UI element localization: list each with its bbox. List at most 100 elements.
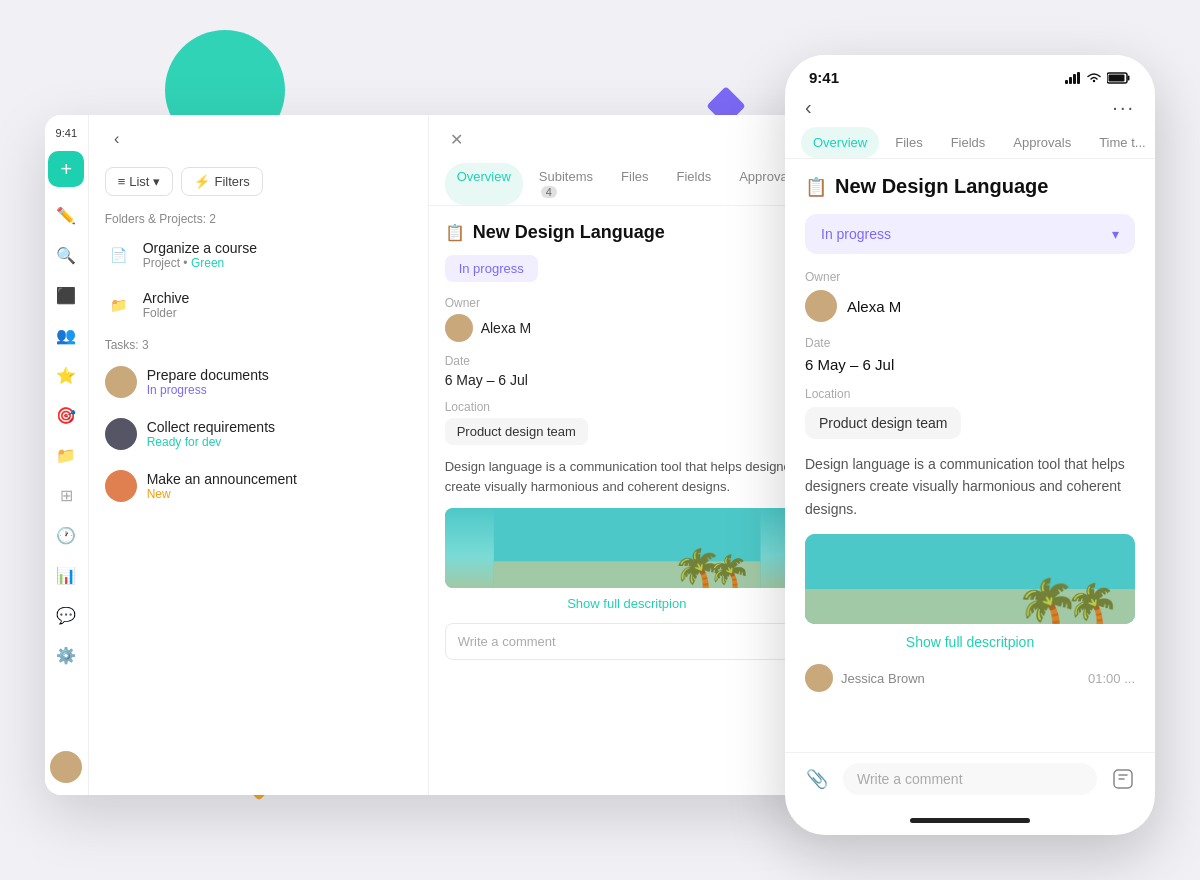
mobile-comment-preview: Jessica Brown 01:00 ... <box>805 664 1135 692</box>
sidebar-icon-inbox[interactable]: ⬛ <box>50 279 82 311</box>
mobile-comment-input[interactable]: Write a comment <box>843 763 1097 795</box>
sidebar-icon-users[interactable]: 👥 <box>50 319 82 351</box>
organize-name: Organize a course <box>143 240 412 256</box>
mobile-owner-label: Owner <box>805 270 1135 284</box>
tab-subitems[interactable]: Subitems 4 <box>527 163 605 205</box>
task-status-0: In progress <box>147 383 412 397</box>
mobile-commenter-name: Jessica Brown <box>841 671 925 686</box>
mobile-tab-overview[interactable]: Overview <box>801 127 879 158</box>
owner-avatar <box>445 314 473 342</box>
detail-title-row: 📋 New Design Language <box>445 222 809 243</box>
organize-sub: Project • Green <box>143 256 412 270</box>
tab-fields[interactable]: Fields <box>665 163 724 205</box>
battery-icon <box>1107 72 1131 84</box>
task-item-1[interactable]: Collect requirements Ready for dev <box>89 408 428 460</box>
list-panel: ‹ ≡ List ▾ ⚡ Filters Folders & Projects:… <box>89 115 429 795</box>
back-button[interactable]: ‹ <box>105 127 129 151</box>
task-avatar-1 <box>105 418 137 450</box>
mobile-back-button[interactable]: ‹ <box>805 96 812 119</box>
sidebar-icon-star[interactable]: ⭐ <box>50 359 82 391</box>
wifi-icon <box>1086 72 1102 84</box>
mobile-title: New Design Language <box>835 175 1048 198</box>
task-icon: 📋 <box>445 223 465 242</box>
mobile-time: 9:41 <box>809 69 839 86</box>
mobile-status-badge[interactable]: In progress ▾ <box>805 214 1135 254</box>
svg-rect-5 <box>1065 80 1068 84</box>
sidebar-icon-message[interactable]: 💬 <box>50 599 82 631</box>
folders-label: Folders & Projects: 2 <box>89 204 428 230</box>
mobile-body: 📋 New Design Language In progress ▾ Owne… <box>785 159 1155 752</box>
task-avatar-2 <box>105 470 137 502</box>
mobile-tab-approvals[interactable]: Approvals <box>1001 127 1083 158</box>
detail-body: 📋 New Design Language In progress Owner … <box>429 206 825 795</box>
comment-input[interactable]: Write a comment <box>445 623 809 660</box>
date-value: 6 May – 6 Jul <box>445 372 809 388</box>
detail-title: New Design Language <box>473 222 665 243</box>
tab-overview[interactable]: Overview <box>445 163 523 205</box>
task-name-1: Collect requirements <box>147 419 412 435</box>
list-item-organize[interactable]: 📄 Organize a course Project • Green <box>89 230 428 280</box>
mobile-description: Design language is a communication tool … <box>805 453 1135 520</box>
mobile-title-row: 📋 New Design Language <box>805 175 1135 198</box>
detail-tabs: Overview Subitems 4 Files Fields Approva… <box>429 163 825 206</box>
mobile-image: 🌴 🌴 <box>805 534 1135 624</box>
sidebar-icon-grid[interactable]: ⊞ <box>50 479 82 511</box>
filters-button[interactable]: ⚡ Filters <box>181 167 262 196</box>
mobile-tab-fields[interactable]: Fields <box>939 127 998 158</box>
mobile-comment-time: 01:00 ... <box>1088 671 1135 686</box>
mobile-commenter-avatar <box>805 664 833 692</box>
location-label: Location <box>445 400 809 414</box>
tab-files[interactable]: Files <box>609 163 660 205</box>
sidebar-avatar[interactable] <box>50 751 82 783</box>
show-full-link[interactable]: Show full descritpion <box>445 596 809 611</box>
list-icon: ≡ <box>118 174 126 189</box>
list-header: ‹ <box>89 115 428 159</box>
detail-description: Design language is a communication tool … <box>445 457 809 496</box>
list-item-archive[interactable]: 📁 Archive Folder <box>89 280 428 330</box>
task-status-1: Ready for dev <box>147 435 412 449</box>
sidebar-icon-target[interactable]: 🎯 <box>50 399 82 431</box>
date-field: Date 6 May – 6 Jul <box>445 354 809 388</box>
home-indicator <box>785 805 1155 835</box>
mobile-tab-time[interactable]: Time t... <box>1087 127 1155 158</box>
mobile-more-button[interactable]: ··· <box>1112 96 1135 119</box>
sidebar-icon-settings[interactable]: ⚙️ <box>50 639 82 671</box>
desktop-window: 9:41 + ✏️ 🔍 ⬛ 👥 ⭐ 🎯 📁 ⊞ 🕐 📊 💬 ⚙️ ‹ ≡ Lis… <box>45 115 825 795</box>
list-button[interactable]: ≡ List ▾ <box>105 167 174 196</box>
task-item-2[interactable]: Make an announcement New <box>89 460 428 512</box>
mobile-nav: ‹ ··· <box>785 92 1155 127</box>
svg-rect-10 <box>1128 75 1130 80</box>
signal-icon <box>1065 72 1081 84</box>
task-item-0[interactable]: Prepare documents In progress <box>89 356 428 408</box>
mobile-status-icons <box>1065 72 1131 84</box>
mobile-show-full-link[interactable]: Show full descritpion <box>805 634 1135 650</box>
project-icon: 📄 <box>105 241 133 269</box>
toolbar: ≡ List ▾ ⚡ Filters <box>89 159 428 204</box>
archive-name: Archive <box>143 290 412 306</box>
send-button[interactable] <box>1107 763 1139 795</box>
status-badge[interactable]: In progress <box>445 255 538 282</box>
archive-sub: Folder <box>143 306 412 320</box>
sidebar-icon-clock[interactable]: 🕐 <box>50 519 82 551</box>
mobile-location-chip: Product design team <box>805 407 961 439</box>
mobile-date-value: 6 May – 6 Jul <box>805 356 1135 373</box>
detail-panel: ✕ Overview Subitems 4 Files Fields Appro… <box>429 115 825 795</box>
sidebar-icon-chart[interactable]: 📊 <box>50 559 82 591</box>
mobile-owner-name: Alexa M <box>847 298 901 315</box>
main-content: ‹ ≡ List ▾ ⚡ Filters Folders & Projects:… <box>89 115 825 795</box>
detail-header: ✕ <box>429 115 825 163</box>
mobile-tabs: Overview Files Fields Approvals Time t..… <box>785 127 1155 159</box>
sidebar-icon-search[interactable]: 🔍 <box>50 239 82 271</box>
task-status-2: New <box>147 487 412 501</box>
location-field: Location Product design team <box>445 400 809 445</box>
sidebar-icon-folder[interactable]: 📁 <box>50 439 82 471</box>
svg-text:🌴: 🌴 <box>707 553 752 588</box>
detail-image: 🌴 🌴 <box>445 508 809 588</box>
mobile-date-label: Date <box>805 336 1135 350</box>
task-avatar-0 <box>105 366 137 398</box>
add-button[interactable]: + <box>48 151 84 187</box>
mobile-tab-files[interactable]: Files <box>883 127 934 158</box>
sidebar-icon-edit[interactable]: ✏️ <box>50 199 82 231</box>
close-button[interactable]: ✕ <box>445 127 469 151</box>
attach-button[interactable]: 📎 <box>801 763 833 795</box>
